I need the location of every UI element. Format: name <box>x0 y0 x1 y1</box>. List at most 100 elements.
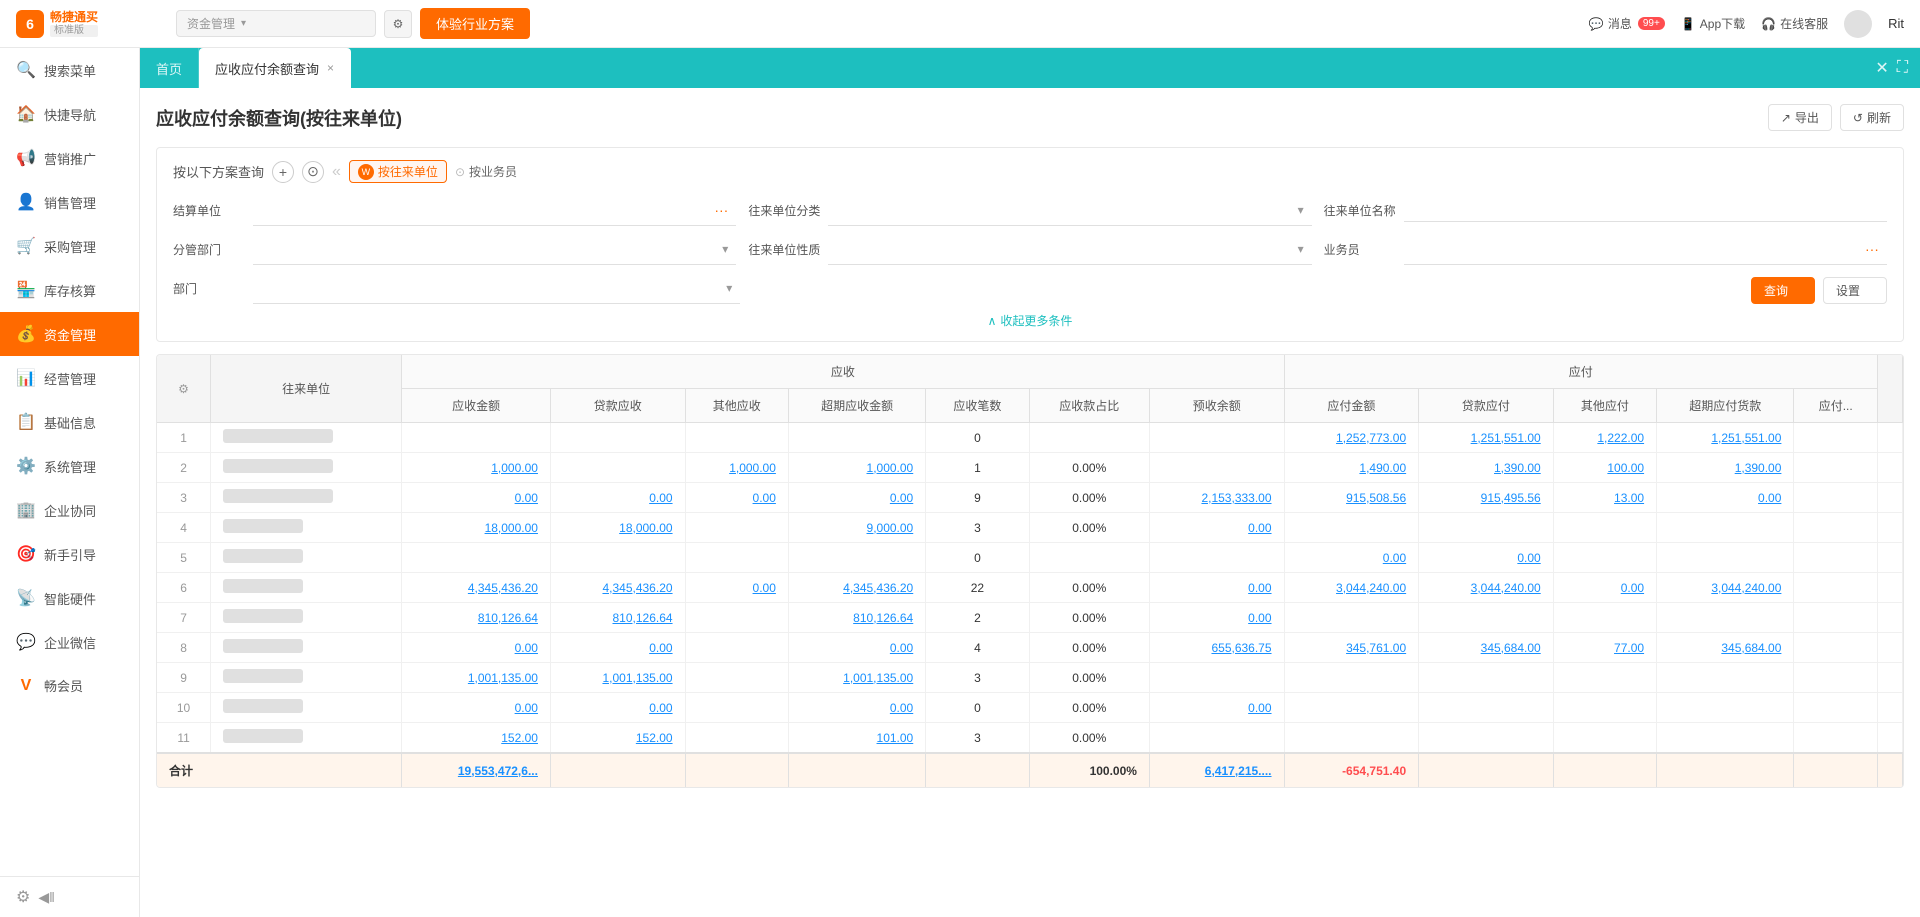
online-service-item[interactable]: 🎧 在线客服 <box>1761 15 1828 32</box>
filter-scheme-unit[interactable]: W 按往来单位 <box>349 160 447 183</box>
unit-category-chevron-icon[interactable]: ▾ <box>1298 203 1304 217</box>
sidebar-item-basic-info[interactable]: 📋 基础信息 <box>0 400 139 444</box>
table-cell[interactable]: 3,044,240.00 <box>1419 573 1554 603</box>
avatar[interactable] <box>1844 10 1872 38</box>
breadcrumb-area[interactable]: 资金管理 ▾ <box>176 10 376 37</box>
table-cell[interactable]: 0.00 <box>1149 693 1284 723</box>
table-cell[interactable]: 1,251,551.00 <box>1657 423 1794 453</box>
table-cell[interactable]: 9,000.00 <box>788 513 925 543</box>
table-cell[interactable]: 152.00 <box>550 723 685 754</box>
table-cell[interactable]: 2,153,333.00 <box>1149 483 1284 513</box>
app-download-item[interactable]: 📱 App下载 <box>1681 15 1745 32</box>
table-cell[interactable]: 345,684.00 <box>1657 633 1794 663</box>
table-cell[interactable]: 810,126.64 <box>788 603 925 633</box>
sidebar-item-member[interactable]: V 畅会员 <box>0 664 139 707</box>
filter-add-btn[interactable]: + <box>272 161 294 183</box>
table-cell[interactable]: 810,126.64 <box>550 603 685 633</box>
sidebar-item-search-menu[interactable]: 🔍 搜索菜单 <box>0 48 139 92</box>
tab-home[interactable]: 首页 <box>140 48 199 88</box>
dept2-input[interactable] <box>261 277 726 299</box>
table-cell[interactable]: 0.00 <box>1419 543 1554 573</box>
export-button[interactable]: ↗ 导出 <box>1768 104 1832 131</box>
table-cell[interactable]: 0.00 <box>1657 483 1794 513</box>
table-cell[interactable]: 0.00 <box>1149 573 1284 603</box>
filter-settings-button[interactable]: 设置 <box>1823 277 1887 304</box>
table-cell[interactable]: 1,001,135.00 <box>550 663 685 693</box>
settlement-unit-dots-icon[interactable]: ··· <box>714 202 728 218</box>
table-cell[interactable]: 810,126.64 <box>402 603 551 633</box>
sidebar-item-hardware[interactable]: 📡 智能硬件 <box>0 576 139 620</box>
salesperson-input[interactable] <box>1412 238 1865 260</box>
close-window-icon[interactable]: ✕ <box>1875 58 1888 78</box>
sidebar-item-purchase[interactable]: 🛒 采购管理 <box>0 224 139 268</box>
footer-ar-prepay[interactable]: 6,417,215.... <box>1149 753 1284 787</box>
sidebar-item-marketing[interactable]: 📢 营销推广 <box>0 136 139 180</box>
table-cell[interactable]: 0.00 <box>550 483 685 513</box>
dept2-chevron-icon[interactable]: ▾ <box>726 281 732 295</box>
sidebar-settings-btn[interactable]: ⚙ <box>16 887 30 907</box>
table-cell[interactable]: 0.00 <box>550 633 685 663</box>
table-cell[interactable]: 0.00 <box>1553 573 1656 603</box>
filter-scheme-salesperson[interactable]: ⊙ 按业务员 <box>455 163 517 180</box>
table-cell[interactable]: 1,000.00 <box>788 453 925 483</box>
dept-input[interactable] <box>261 238 722 260</box>
table-col-settings[interactable]: ⚙ <box>157 355 211 423</box>
sidebar-collapse-btn[interactable]: ◀‖ <box>38 889 55 906</box>
sidebar-item-sales[interactable]: 👤 销售管理 <box>0 180 139 224</box>
tab-close-icon[interactable]: × <box>327 61 334 75</box>
table-cell[interactable]: 100.00 <box>1553 453 1656 483</box>
messages-item[interactable]: 💬 消息 99+ <box>1589 15 1665 32</box>
query-button[interactable]: 查询 <box>1751 277 1815 304</box>
table-cell[interactable]: 915,508.56 <box>1284 483 1419 513</box>
table-cell[interactable]: 0.00 <box>1149 513 1284 543</box>
table-cell[interactable]: 0.00 <box>1284 543 1419 573</box>
settings-icon-btn[interactable]: ⚙ <box>384 10 412 38</box>
filter-arrow-btn[interactable]: « <box>332 163 341 181</box>
settlement-unit-input[interactable] <box>261 199 714 221</box>
table-cell[interactable]: 18,000.00 <box>402 513 551 543</box>
unit-category-input[interactable] <box>836 199 1297 221</box>
trial-button[interactable]: 体验行业方案 <box>420 8 530 39</box>
table-cell[interactable]: 0.00 <box>550 693 685 723</box>
sidebar-item-operation[interactable]: 📊 经营管理 <box>0 356 139 400</box>
table-cell[interactable]: 1,490.00 <box>1284 453 1419 483</box>
table-cell[interactable]: 1,001,135.00 <box>402 663 551 693</box>
filter-circle-btn[interactable]: ⊙ <box>302 161 324 183</box>
sidebar-item-enterprise[interactable]: 🏢 企业协同 <box>0 488 139 532</box>
sidebar-item-wechat[interactable]: 💬 企业微信 <box>0 620 139 664</box>
table-cell[interactable]: 0.00 <box>1149 603 1284 633</box>
dept-chevron-icon[interactable]: ▾ <box>722 242 728 256</box>
collapse-button[interactable]: ∧ 收起更多条件 <box>988 312 1073 329</box>
table-cell[interactable]: 3,044,240.00 <box>1284 573 1419 603</box>
table-cell[interactable]: 1,390.00 <box>1657 453 1794 483</box>
unit-nature-chevron-icon[interactable]: ▾ <box>1298 242 1304 256</box>
table-cell[interactable]: 1,001,135.00 <box>788 663 925 693</box>
table-cell[interactable]: 4,345,436.20 <box>402 573 551 603</box>
table-cell[interactable]: 1,252,773.00 <box>1284 423 1419 453</box>
table-cell[interactable]: 1,251,551.00 <box>1419 423 1554 453</box>
table-cell[interactable]: 0.00 <box>402 633 551 663</box>
table-cell[interactable]: 13.00 <box>1553 483 1656 513</box>
table-cell[interactable]: 77.00 <box>1553 633 1656 663</box>
table-cell[interactable]: 3,044,240.00 <box>1657 573 1794 603</box>
table-cell[interactable]: 0.00 <box>788 693 925 723</box>
sidebar-item-guide[interactable]: 🎯 新手引导 <box>0 532 139 576</box>
table-cell[interactable]: 152.00 <box>402 723 551 754</box>
salesperson-dots-icon[interactable]: ··· <box>1865 241 1879 257</box>
table-cell[interactable]: 655,636.75 <box>1149 633 1284 663</box>
table-cell[interactable]: 0.00 <box>788 633 925 663</box>
tab-ar-ap-query[interactable]: 应收应付余额查询 × <box>199 48 351 88</box>
unit-name-input[interactable] <box>1404 199 1887 222</box>
expand-icon[interactable]: ⛶ <box>1897 59 1908 77</box>
table-cell[interactable]: 0.00 <box>788 483 925 513</box>
table-cell[interactable]: 1,390.00 <box>1419 453 1554 483</box>
sidebar-item-finance[interactable]: 💰 资金管理 <box>0 312 139 356</box>
table-cell[interactable]: 0.00 <box>685 483 788 513</box>
table-cell[interactable]: 18,000.00 <box>550 513 685 543</box>
table-cell[interactable]: 345,761.00 <box>1284 633 1419 663</box>
sidebar-item-quick-nav[interactable]: 🏠 快捷导航 <box>0 92 139 136</box>
table-cell[interactable]: 4,345,436.20 <box>788 573 925 603</box>
table-cell[interactable]: 1,000.00 <box>685 453 788 483</box>
unit-nature-input[interactable] <box>836 238 1297 260</box>
sidebar-item-system[interactable]: ⚙️ 系统管理 <box>0 444 139 488</box>
